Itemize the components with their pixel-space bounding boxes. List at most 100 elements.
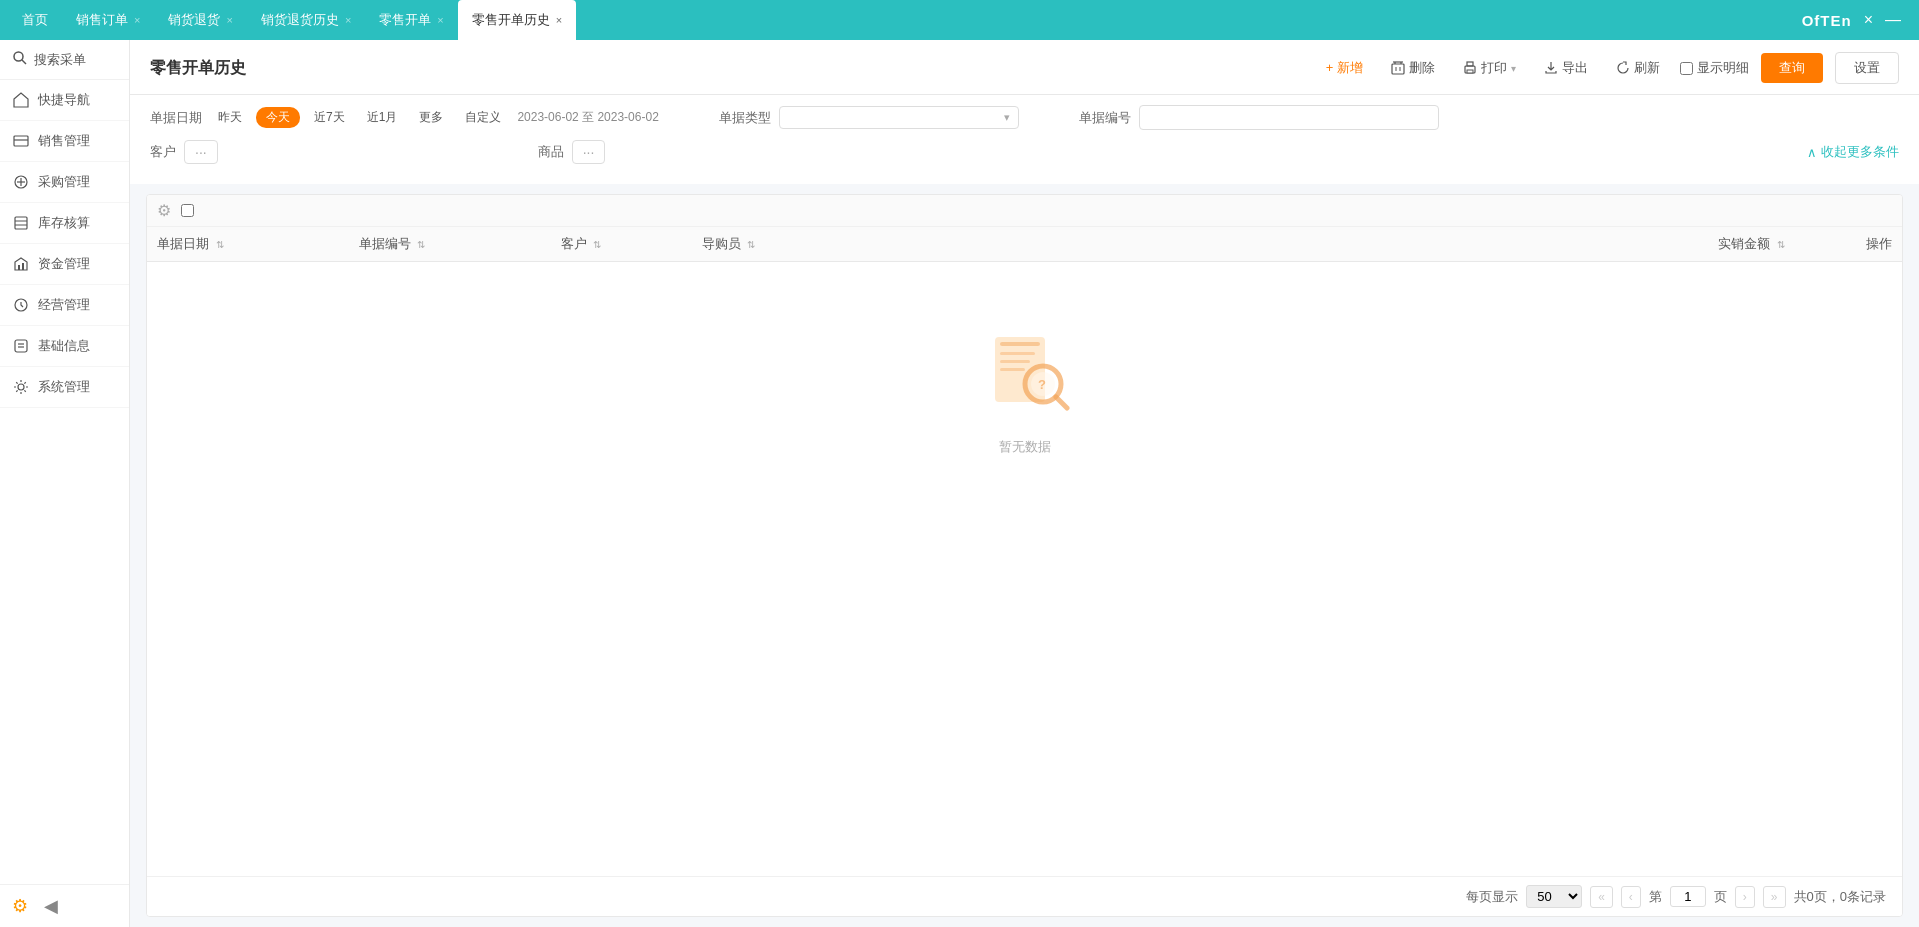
- sidebar-item-inventory[interactable]: 库存核算: [0, 203, 129, 244]
- date-filter-label: 单据日期: [150, 109, 202, 127]
- per-page-select[interactable]: 50 10 20 100: [1526, 885, 1582, 908]
- col-date[interactable]: 单据日期 ⇅: [147, 227, 349, 262]
- tab-sales-return-close[interactable]: ×: [226, 14, 232, 26]
- filter-number: 单据编号: [1079, 105, 1439, 130]
- page-suffix: 页: [1714, 888, 1727, 906]
- col-amount[interactable]: 实销金额 ⇅: [863, 227, 1795, 262]
- nav-close-icon[interactable]: ×: [1864, 11, 1873, 29]
- svg-rect-24: [1467, 62, 1473, 66]
- empty-state: ? 暂无数据: [147, 262, 1902, 516]
- empty-text: 暂无数据: [999, 438, 1051, 456]
- svg-rect-25: [1467, 70, 1473, 73]
- refresh-icon: [1616, 61, 1630, 75]
- toolbar: + 新增 删除 打印 ▾ 导出: [1318, 52, 1899, 84]
- table-scroll: 单据日期 ⇅ 单据编号 ⇅ 客户 ⇅: [147, 227, 1902, 876]
- col-guide[interactable]: 导购员 ⇅: [692, 227, 863, 262]
- content-header: 零售开单历史 + 新增 删除 打印 ▾ 导出: [130, 40, 1919, 95]
- tab-sales-order-close[interactable]: ×: [134, 14, 140, 26]
- date-btn-1month[interactable]: 近1月: [359, 107, 406, 128]
- prev-page-btn[interactable]: ‹: [1621, 886, 1641, 908]
- date-btn-yesterday[interactable]: 昨天: [210, 107, 250, 128]
- sidebar-item-sales-mgmt-label: 销售管理: [38, 132, 90, 150]
- svg-rect-11: [22, 263, 24, 270]
- table-settings-icon[interactable]: ⚙: [157, 201, 171, 220]
- col-number[interactable]: 单据编号 ⇅: [349, 227, 551, 262]
- date-btn-today[interactable]: 今天: [256, 107, 300, 128]
- date-btn-more[interactable]: 更多: [411, 107, 451, 128]
- svg-line-33: [1056, 397, 1067, 408]
- tab-retail-history[interactable]: 零售开单历史 ×: [458, 0, 576, 40]
- sidebar-search-label: 搜索采单: [34, 51, 86, 69]
- collapse-icon[interactable]: ◀: [44, 895, 58, 917]
- tab-home[interactable]: 首页: [8, 0, 62, 40]
- query-button[interactable]: 查询: [1761, 53, 1823, 83]
- sidebar-item-purchase-mgmt[interactable]: 采购管理: [0, 162, 129, 203]
- date-quick-btns: 昨天 今天 近7天 近1月 更多 自定义: [210, 107, 509, 128]
- sidebar-item-purchase-mgmt-label: 采购管理: [38, 173, 90, 191]
- col-customer[interactable]: 客户 ⇅: [551, 227, 692, 262]
- sidebar-item-sales-mgmt[interactable]: 销售管理: [0, 121, 129, 162]
- main-layout: 搜索采单 快捷导航 销售管理 采购管理: [0, 40, 1919, 927]
- home-icon: [12, 91, 30, 109]
- tab-sales-return-history-close[interactable]: ×: [345, 14, 351, 26]
- delete-button[interactable]: 删除: [1383, 55, 1443, 81]
- type-select[interactable]: ▾: [779, 106, 1019, 129]
- nav-minimize-icon[interactable]: —: [1885, 11, 1901, 29]
- print-icon: [1463, 61, 1477, 75]
- print-button[interactable]: 打印 ▾: [1455, 55, 1524, 81]
- next-page-btn[interactable]: ›: [1735, 886, 1755, 908]
- type-filter-label: 单据类型: [719, 109, 771, 127]
- sidebar-item-basic-info[interactable]: 基础信息: [0, 326, 129, 367]
- svg-rect-30: [1000, 368, 1025, 371]
- date-btn-7days[interactable]: 近7天: [306, 107, 353, 128]
- product-select-btn[interactable]: ···: [572, 140, 606, 164]
- refresh-button[interactable]: 刷新: [1608, 55, 1668, 81]
- sidebar-item-quick-nav-label: 快捷导航: [38, 91, 90, 109]
- filter-area: 单据日期 昨天 今天 近7天 近1月 更多 自定义 2023-06-02 至 2…: [130, 95, 1919, 184]
- filter-row-1: 单据日期 昨天 今天 近7天 近1月 更多 自定义 2023-06-02 至 2…: [150, 105, 1899, 130]
- display-detail-checkbox[interactable]: 显示明细: [1680, 59, 1749, 77]
- page-number-input[interactable]: [1670, 886, 1706, 907]
- number-filter-input[interactable]: [1139, 105, 1439, 130]
- svg-text:?: ?: [1038, 377, 1046, 392]
- sidebar-item-sys-mgmt[interactable]: 系统管理: [0, 367, 129, 408]
- sidebar-item-inventory-label: 库存核算: [38, 214, 90, 232]
- page-title-row: 零售开单历史 + 新增 删除 打印 ▾ 导出: [150, 52, 1899, 84]
- search-icon: [12, 50, 28, 69]
- purchase-icon: [12, 173, 30, 191]
- new-button[interactable]: + 新增: [1318, 55, 1371, 81]
- sys-mgmt-icon: [12, 378, 30, 396]
- first-page-btn[interactable]: «: [1590, 886, 1613, 908]
- data-table: 单据日期 ⇅ 单据编号 ⇅ 客户 ⇅: [147, 227, 1902, 262]
- last-page-btn[interactable]: »: [1763, 886, 1786, 908]
- sidebar-item-quick-nav[interactable]: 快捷导航: [0, 80, 129, 121]
- display-detail-input[interactable]: [1680, 62, 1693, 75]
- settings-icon[interactable]: ⚙: [12, 895, 28, 917]
- collapse-filter-btn[interactable]: ∧ 收起更多条件: [1807, 143, 1899, 161]
- sidebar: 搜索采单 快捷导航 销售管理 采购管理: [0, 40, 130, 927]
- sidebar-item-operations[interactable]: 经营管理: [0, 285, 129, 326]
- tab-sales-return-history[interactable]: 销货退货历史 ×: [247, 0, 365, 40]
- customer-select-btn[interactable]: ···: [184, 140, 218, 164]
- operations-icon: [12, 296, 30, 314]
- filter-product: 商品 ···: [538, 140, 606, 164]
- tab-retail-open-label: 零售开单: [379, 11, 431, 29]
- sidebar-search[interactable]: 搜索采单: [0, 40, 129, 80]
- finance-icon: [12, 255, 30, 273]
- sidebar-item-finance[interactable]: 资金管理: [0, 244, 129, 285]
- empty-state-icon: ?: [975, 322, 1075, 422]
- tab-sales-order[interactable]: 销售订单 ×: [62, 0, 154, 40]
- tab-sales-return[interactable]: 销货退货 ×: [154, 0, 246, 40]
- tab-retail-open[interactable]: 零售开单 ×: [365, 0, 457, 40]
- export-button[interactable]: 导出: [1536, 55, 1596, 81]
- sales-icon: [12, 132, 30, 150]
- sidebar-item-finance-label: 资金管理: [38, 255, 90, 273]
- svg-rect-7: [15, 217, 27, 229]
- table-select-all[interactable]: [181, 204, 194, 217]
- chevron-up-icon: ∧: [1807, 145, 1817, 160]
- sidebar-footer: ⚙ ◀: [0, 884, 129, 927]
- tab-retail-open-close[interactable]: ×: [437, 14, 443, 26]
- tab-retail-history-close[interactable]: ×: [556, 14, 562, 26]
- date-btn-custom[interactable]: 自定义: [457, 107, 509, 128]
- settings-button[interactable]: 设置: [1835, 52, 1899, 84]
